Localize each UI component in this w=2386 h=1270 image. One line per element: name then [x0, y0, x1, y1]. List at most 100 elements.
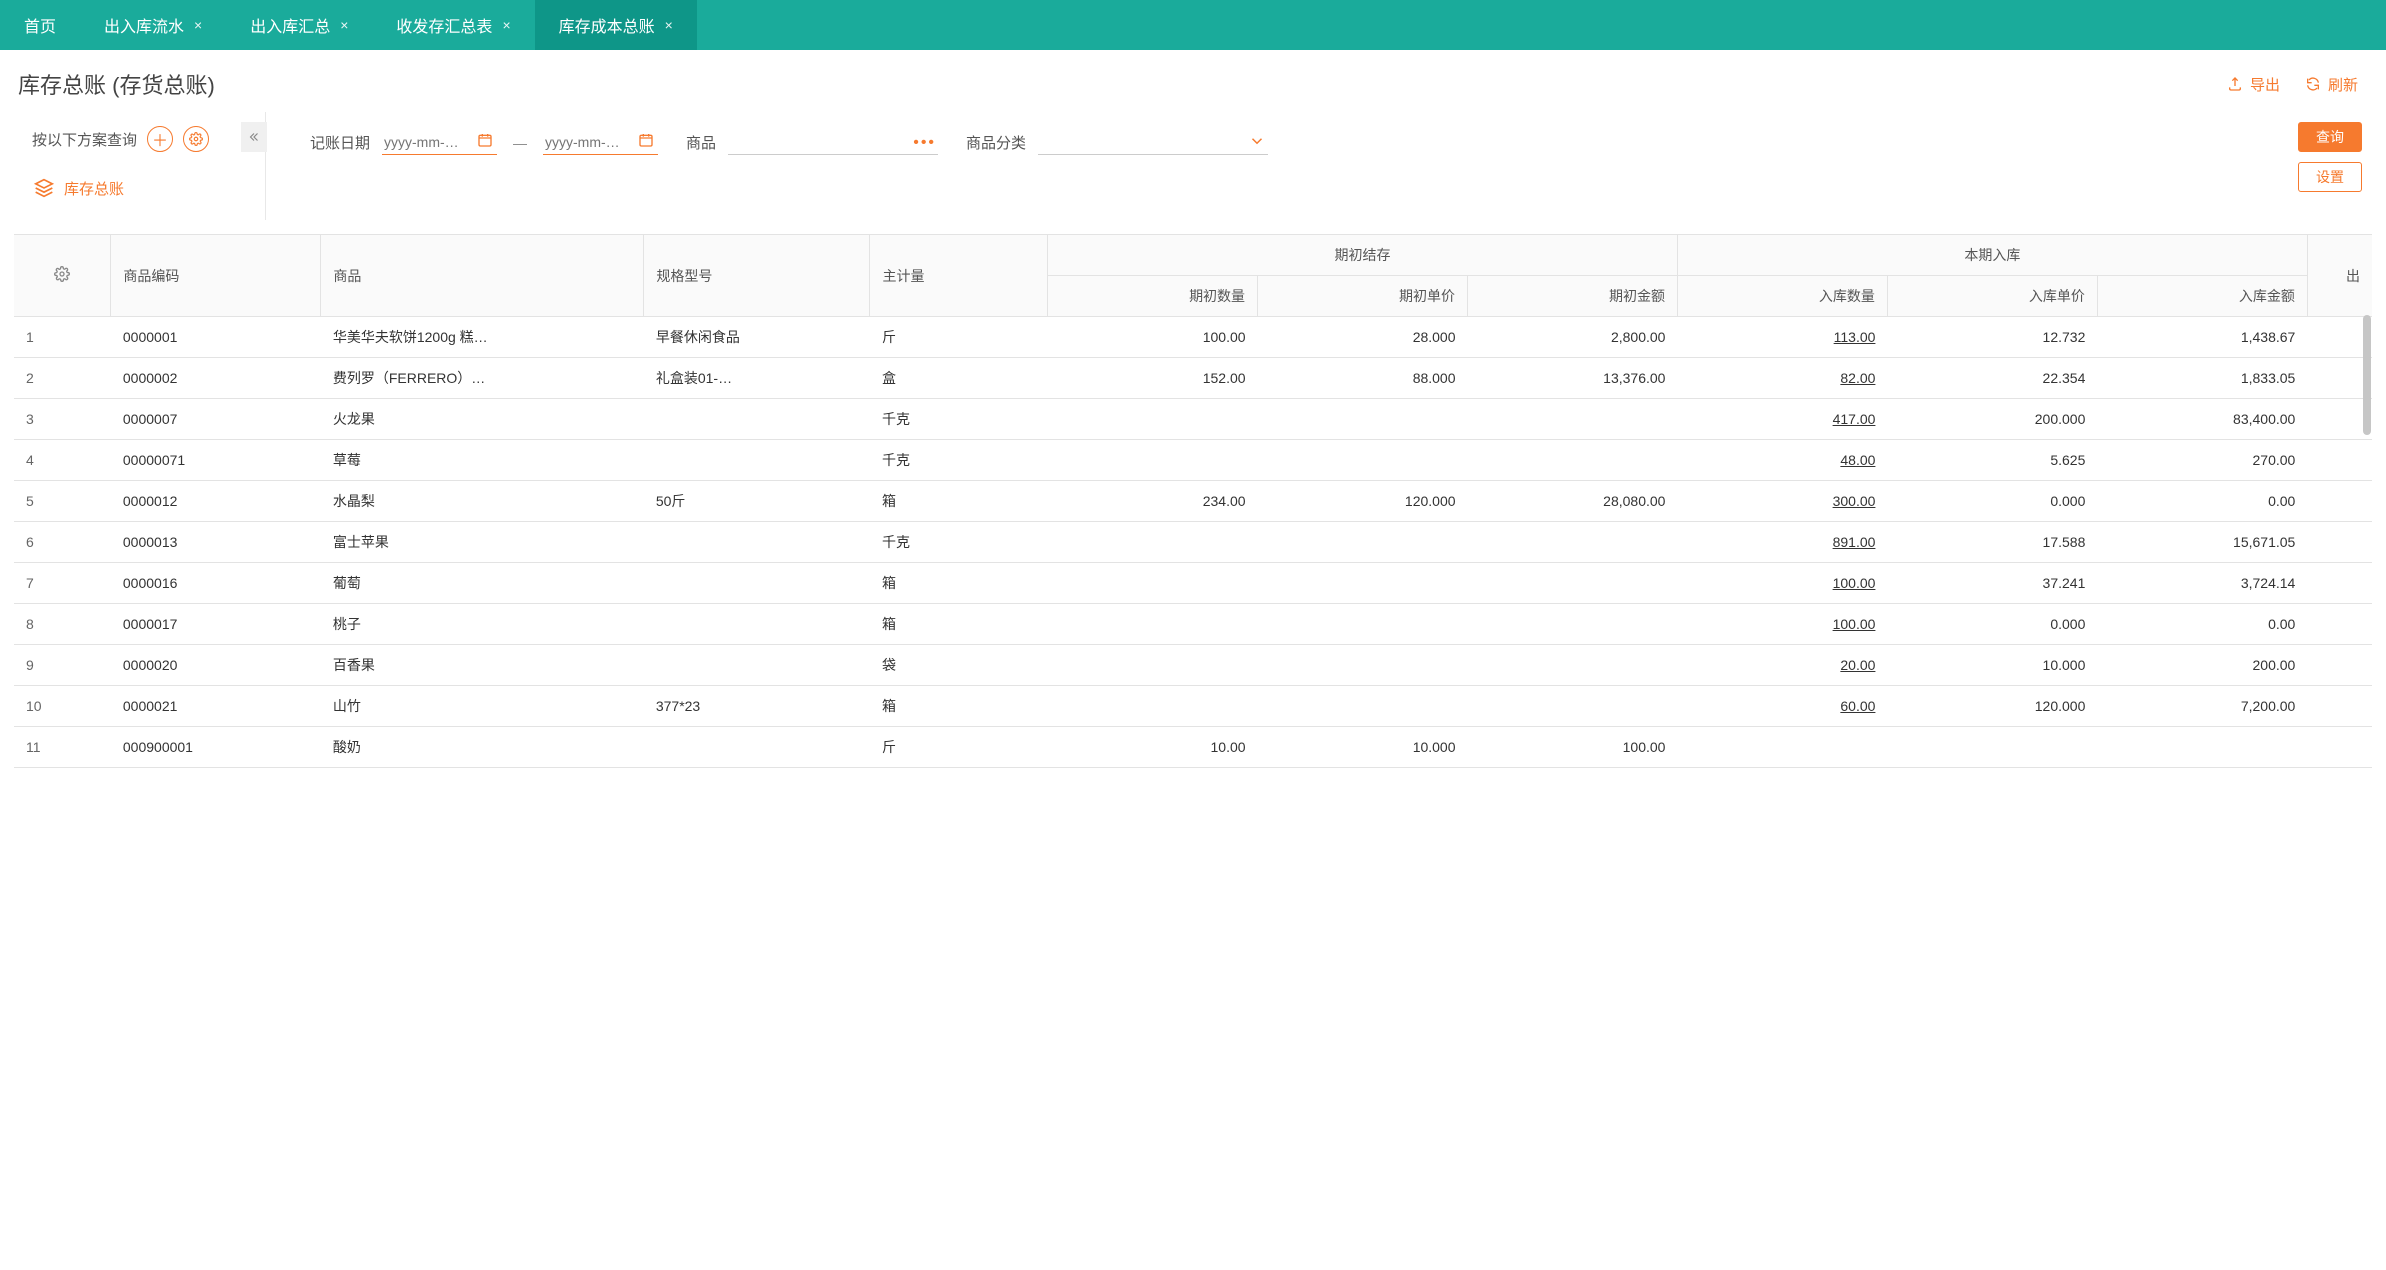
chevron-down-icon[interactable]: [1248, 132, 1266, 155]
cell-in-qty[interactable]: 113.00: [1677, 317, 1887, 358]
col-open-price[interactable]: 期初单价: [1258, 276, 1468, 317]
table-row[interactable]: 11000900001酸奶斤10.0010.000100.00: [14, 727, 2372, 768]
cell-in-qty[interactable]: 417.00: [1677, 399, 1887, 440]
cell-spec: 早餐休闲食品: [644, 317, 870, 358]
col-unit[interactable]: 主计量: [870, 235, 1048, 317]
scrollbar-thumb[interactable]: [2363, 315, 2371, 435]
refresh-label: 刷新: [2328, 74, 2358, 95]
query-button[interactable]: 查询: [2298, 122, 2362, 152]
cell-in-amt: 270.00: [2097, 440, 2307, 481]
scheme-title: 按以下方案查询: [32, 129, 137, 150]
settings-button[interactable]: 设置: [2298, 162, 2362, 192]
table-row[interactable]: 60000013富士苹果千克891.0017.58815,671.05: [14, 522, 2372, 563]
tab-io-flow[interactable]: 出入库流水×: [80, 0, 226, 50]
col-open-qty[interactable]: 期初数量: [1048, 276, 1258, 317]
table-row[interactable]: 70000016葡萄箱100.0037.2413,724.14: [14, 563, 2372, 604]
table-row[interactable]: 100000021山竹377*23箱60.00120.0007,200.00: [14, 686, 2372, 727]
tab-home[interactable]: 首页: [0, 0, 80, 50]
cell-in-qty[interactable]: 82.00: [1677, 358, 1887, 399]
close-icon[interactable]: ×: [194, 17, 202, 33]
cell-in-qty[interactable]: 300.00: [1677, 481, 1887, 522]
tab-receive-send[interactable]: 收发存汇总表×: [372, 0, 534, 50]
export-button[interactable]: 导出: [2226, 74, 2280, 95]
cell-name: 华美华夫软饼1200g 糕…: [321, 317, 644, 358]
scheme-item-inventory[interactable]: 库存总账: [32, 176, 255, 200]
cell-spec: 50斤: [644, 481, 870, 522]
cell-in-price: 120.000: [1887, 686, 2097, 727]
table-row[interactable]: 30000007火龙果千克417.00200.00083,400.00: [14, 399, 2372, 440]
col-code[interactable]: 商品编码: [111, 235, 321, 317]
cell-name: 山竹: [321, 686, 644, 727]
table-row[interactable]: 50000012水晶梨50斤箱234.00120.00028,080.00300…: [14, 481, 2372, 522]
cell-in-qty[interactable]: 100.00: [1677, 563, 1887, 604]
calendar-icon[interactable]: [638, 132, 656, 150]
refresh-button[interactable]: 刷新: [2304, 74, 2358, 95]
tab-inventory-cost[interactable]: 库存成本总账×: [535, 0, 697, 50]
cell-open-amt: [1468, 440, 1678, 481]
table-row[interactable]: 20000002费列罗（FERRERO）…礼盒装01-…盒152.0088.00…: [14, 358, 2372, 399]
cell-code: 0000016: [111, 563, 321, 604]
calendar-icon[interactable]: [477, 132, 495, 150]
table-row[interactable]: 10000001华美华夫软饼1200g 糕…早餐休闲食品斤100.0028.00…: [14, 317, 2372, 358]
cell-open-qty: [1048, 686, 1258, 727]
table-row[interactable]: 400000071草莓千克48.005.625270.00: [14, 440, 2372, 481]
col-open-amt[interactable]: 期初金额: [1468, 276, 1678, 317]
row-index: 8: [14, 604, 111, 645]
vertical-scrollbar[interactable]: [2362, 315, 2372, 768]
cell-spec: 377*23: [644, 686, 870, 727]
table-row[interactable]: 90000020百香果袋20.0010.000200.00: [14, 645, 2372, 686]
cell-open-price: [1258, 604, 1468, 645]
product-label: 商品: [686, 132, 716, 153]
col-spec[interactable]: 规格型号: [644, 235, 870, 317]
tab-io-summary[interactable]: 出入库汇总×: [226, 0, 372, 50]
close-icon[interactable]: ×: [340, 17, 348, 33]
refresh-icon: [2304, 75, 2322, 93]
cell-in-price: 12.732: [1887, 317, 2097, 358]
close-icon[interactable]: ×: [665, 17, 673, 33]
cell-spec: [644, 522, 870, 563]
product-input[interactable]: [728, 130, 938, 155]
row-index: 6: [14, 522, 111, 563]
table-config-button[interactable]: [14, 235, 111, 317]
cell-in-price: 0.000: [1887, 481, 2097, 522]
header-actions: 导出 刷新: [2226, 74, 2358, 95]
inventory-table: 商品编码 商品 规格型号 主计量 期初结存 本期入库 出 期初数量 期初单价 期…: [14, 235, 2372, 768]
cell-open-price: [1258, 522, 1468, 563]
cell-open-qty: 100.00: [1048, 317, 1258, 358]
cell-name: 草莓: [321, 440, 644, 481]
table-row[interactable]: 80000017桃子箱100.000.0000.00: [14, 604, 2372, 645]
cell-in-qty[interactable]: 891.00: [1677, 522, 1887, 563]
cell-in-qty[interactable]: 48.00: [1677, 440, 1887, 481]
add-scheme-button[interactable]: ＋: [147, 126, 173, 152]
cell-name: 桃子: [321, 604, 644, 645]
cell-unit: 千克: [870, 522, 1048, 563]
cell-in-amt: [2097, 727, 2307, 768]
col-name[interactable]: 商品: [321, 235, 644, 317]
cell-unit: 盒: [870, 358, 1048, 399]
close-icon[interactable]: ×: [502, 17, 510, 33]
cell-open-price: 120.000: [1258, 481, 1468, 522]
col-in-price[interactable]: 入库单价: [1887, 276, 2097, 317]
cell-in-qty[interactable]: [1677, 727, 1887, 768]
col-in-amt[interactable]: 入库金额: [2097, 276, 2307, 317]
cell-spec: [644, 727, 870, 768]
scheme-settings-button[interactable]: [183, 126, 209, 152]
cell-code: 0000013: [111, 522, 321, 563]
cell-open-amt: [1468, 686, 1678, 727]
ellipsis-icon[interactable]: •••: [913, 134, 936, 152]
tab-bar: 首页 出入库流水× 出入库汇总× 收发存汇总表× 库存成本总账×: [0, 0, 2386, 50]
row-index: 9: [14, 645, 111, 686]
cell-in-qty[interactable]: 60.00: [1677, 686, 1887, 727]
cell-code: 0000012: [111, 481, 321, 522]
col-in-qty[interactable]: 入库数量: [1677, 276, 1887, 317]
cell-in-price: 5.625: [1887, 440, 2097, 481]
category-field: 商品分类: [966, 130, 1268, 155]
collapse-panel-button[interactable]: [241, 122, 267, 152]
category-label: 商品分类: [966, 132, 1026, 153]
cell-in-qty[interactable]: 20.00: [1677, 645, 1887, 686]
cell-in-amt: 0.00: [2097, 481, 2307, 522]
cell-code: 000900001: [111, 727, 321, 768]
category-input[interactable]: [1038, 130, 1268, 155]
cell-open-qty: [1048, 399, 1258, 440]
cell-in-qty[interactable]: 100.00: [1677, 604, 1887, 645]
